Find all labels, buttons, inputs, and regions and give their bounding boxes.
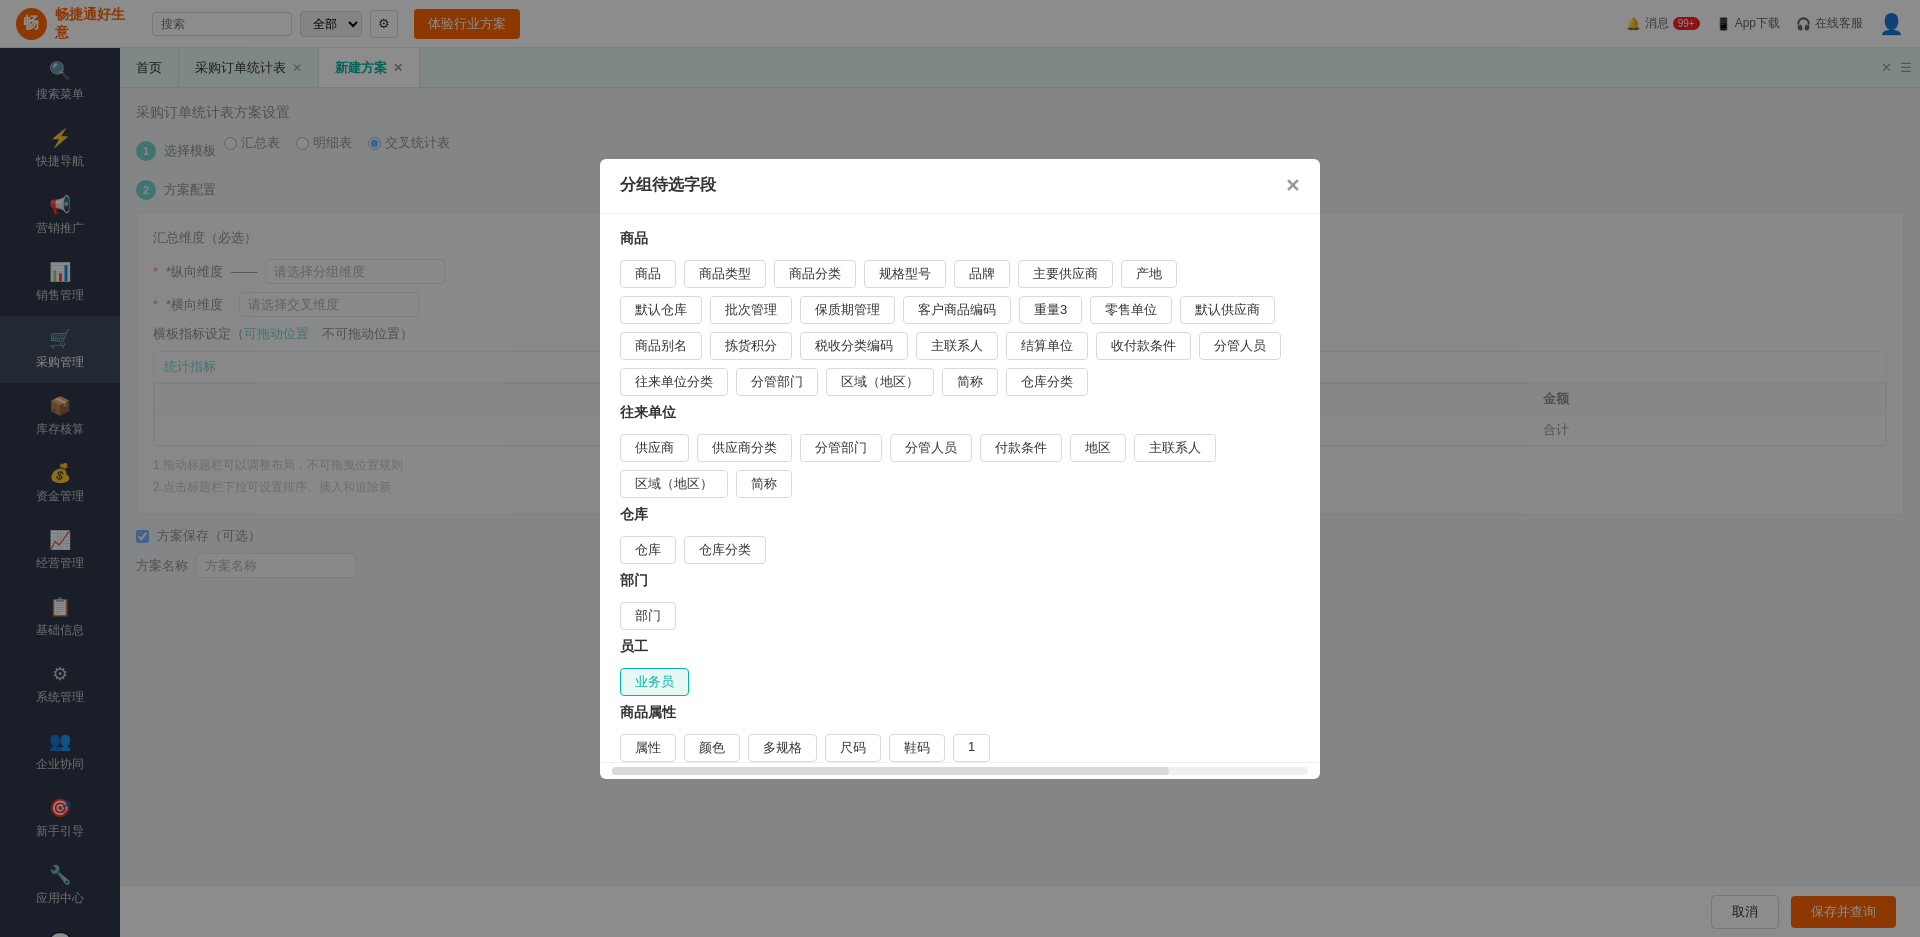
field-grid-product4: 往来单位分类 分管部门 区域（地区） 简称 仓库分类: [620, 368, 1300, 396]
modal-title: 分组待选字段: [620, 175, 716, 196]
field-tag[interactable]: 仓库: [620, 536, 676, 564]
field-grid-product2: 默认仓库 批次管理 保质期管理 客户商品编码 重量3 零售单位 默认供应商: [620, 296, 1300, 324]
field-grid-partner2: 区域（地区） 简称: [620, 470, 1300, 498]
section-title-employee: 员工: [620, 638, 1300, 656]
field-tag[interactable]: 鞋码: [889, 734, 945, 762]
field-tag[interactable]: 零售单位: [1090, 296, 1172, 324]
field-tag[interactable]: 商品: [620, 260, 676, 288]
section-title-attr: 商品属性: [620, 704, 1300, 722]
field-tag[interactable]: 简称: [942, 368, 998, 396]
field-tag[interactable]: 多规格: [748, 734, 817, 762]
section-title-partner: 往来单位: [620, 404, 1300, 422]
field-tag[interactable]: 供应商分类: [697, 434, 792, 462]
field-tag[interactable]: 产地: [1121, 260, 1177, 288]
field-tag[interactable]: 区域（地区）: [826, 368, 934, 396]
field-tag[interactable]: 商品分类: [774, 260, 856, 288]
field-tag[interactable]: 商品类型: [684, 260, 766, 288]
field-tag[interactable]: 默认供应商: [1180, 296, 1275, 324]
field-grid-attr: 属性 颜色 多规格 尺码 鞋码 1: [620, 734, 1300, 762]
field-tag[interactable]: 仓库分类: [1006, 368, 1088, 396]
field-grid-employee: 业务员: [620, 668, 1300, 696]
field-grid-product3: 商品别名 拣货积分 税收分类编码 主联系人 结算单位 收付款条件 分管人员: [620, 332, 1300, 360]
scrollbar-thumb: [612, 767, 1169, 775]
field-tag[interactable]: 分管人员: [890, 434, 972, 462]
modal-header: 分组待选字段 ✕: [600, 159, 1320, 214]
field-grid-product: 商品 商品类型 商品分类 规格型号 品牌 主要供应商 产地: [620, 260, 1300, 288]
modal-body[interactable]: 商品 商品 商品类型 商品分类 规格型号 品牌 主要供应商 产地 默认仓库 批次…: [600, 214, 1320, 762]
modal-footer-scroll: [600, 762, 1320, 779]
section-title-product: 商品: [620, 230, 1300, 248]
field-tag[interactable]: 往来单位分类: [620, 368, 728, 396]
field-tag[interactable]: 简称: [736, 470, 792, 498]
field-tag[interactable]: 规格型号: [864, 260, 946, 288]
field-tag[interactable]: 税收分类编码: [800, 332, 908, 360]
field-tag[interactable]: 结算单位: [1006, 332, 1088, 360]
section-title-dept: 部门: [620, 572, 1300, 590]
field-tag[interactable]: 拣货积分: [710, 332, 792, 360]
field-tag[interactable]: 颜色: [684, 734, 740, 762]
field-tag[interactable]: 1: [953, 734, 990, 762]
field-tag[interactable]: 批次管理: [710, 296, 792, 324]
field-tag[interactable]: 地区: [1070, 434, 1126, 462]
field-tag[interactable]: 主联系人: [1134, 434, 1216, 462]
field-tag-selected[interactable]: 业务员: [620, 668, 689, 696]
field-tag[interactable]: 主联系人: [916, 332, 998, 360]
field-tag[interactable]: 重量3: [1019, 296, 1082, 324]
field-tag[interactable]: 默认仓库: [620, 296, 702, 324]
modal: 分组待选字段 ✕ 商品 商品 商品类型 商品分类 规格型号 品牌 主要供应商 产…: [600, 159, 1320, 779]
field-tag[interactable]: 尺码: [825, 734, 881, 762]
field-tag[interactable]: 付款条件: [980, 434, 1062, 462]
field-tag[interactable]: 部门: [620, 602, 676, 630]
field-tag[interactable]: 收付款条件: [1096, 332, 1191, 360]
field-tag[interactable]: 客户商品编码: [903, 296, 1011, 324]
field-grid-warehouse: 仓库 仓库分类: [620, 536, 1300, 564]
field-tag[interactable]: 商品别名: [620, 332, 702, 360]
field-tag[interactable]: 品牌: [954, 260, 1010, 288]
field-tag[interactable]: 保质期管理: [800, 296, 895, 324]
field-grid-dept: 部门: [620, 602, 1300, 630]
horizontal-scrollbar[interactable]: [612, 767, 1308, 775]
section-title-warehouse: 仓库: [620, 506, 1300, 524]
field-tag[interactable]: 属性: [620, 734, 676, 762]
field-tag[interactable]: 区域（地区）: [620, 470, 728, 498]
field-grid-partner: 供应商 供应商分类 分管部门 分管人员 付款条件 地区 主联系人: [620, 434, 1300, 462]
field-tag[interactable]: 分管部门: [736, 368, 818, 396]
field-tag[interactable]: 分管人员: [1199, 332, 1281, 360]
field-tag[interactable]: 供应商: [620, 434, 689, 462]
field-tag[interactable]: 主要供应商: [1018, 260, 1113, 288]
field-tag[interactable]: 仓库分类: [684, 536, 766, 564]
field-tag[interactable]: 分管部门: [800, 434, 882, 462]
modal-close-button[interactable]: ✕: [1285, 175, 1300, 197]
